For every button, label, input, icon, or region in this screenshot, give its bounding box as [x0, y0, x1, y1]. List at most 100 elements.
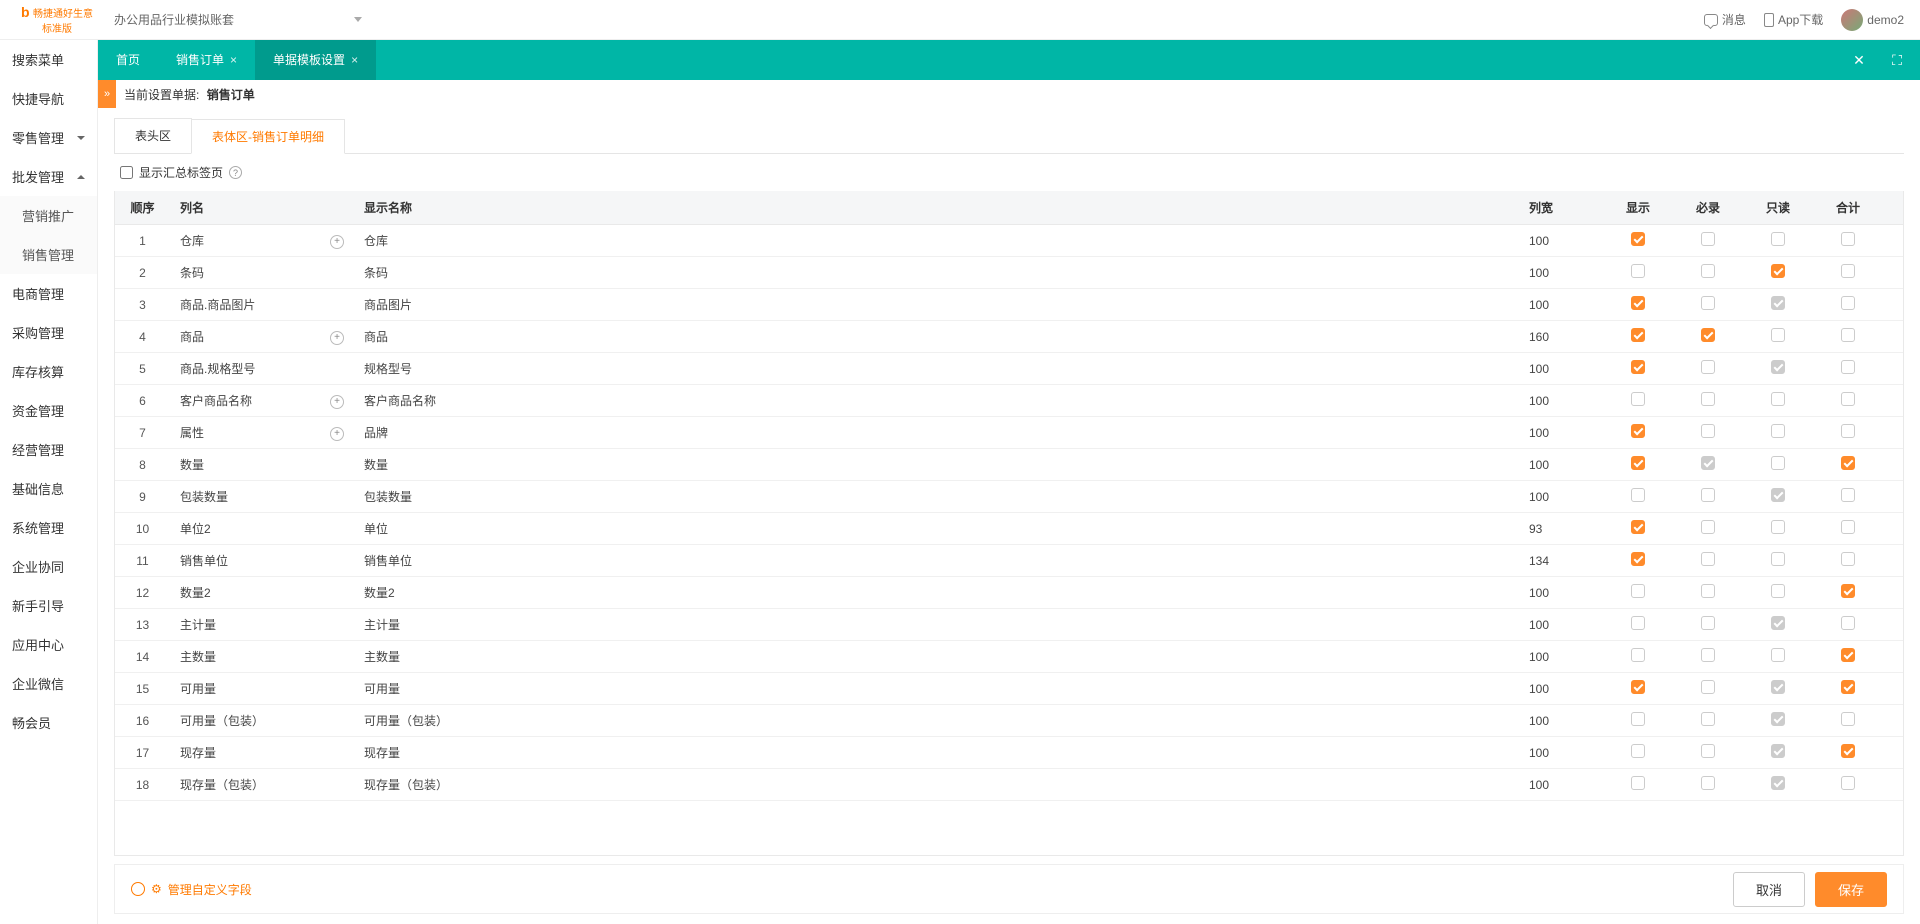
sidebar-item[interactable]: 经营管理 — [0, 430, 97, 469]
checkbox[interactable] — [1631, 328, 1645, 342]
checkbox[interactable] — [1701, 520, 1715, 534]
summary-checkbox[interactable] — [120, 166, 133, 179]
expand-icon[interactable]: + — [330, 395, 344, 409]
checkbox[interactable] — [1771, 520, 1785, 534]
checkbox[interactable] — [1841, 456, 1855, 470]
checkbox[interactable] — [1631, 712, 1645, 726]
checkbox[interactable] — [1771, 680, 1785, 694]
checkbox[interactable] — [1701, 264, 1715, 278]
sidebar-item[interactable]: 系统管理 — [0, 508, 97, 547]
inner-tab[interactable]: 表头区 — [114, 118, 192, 153]
checkbox[interactable] — [1631, 392, 1645, 406]
cell-dispname[interactable]: 数量2 — [354, 577, 1519, 609]
checkbox[interactable] — [1771, 712, 1785, 726]
checkbox[interactable] — [1701, 648, 1715, 662]
save-button[interactable]: 保存 — [1815, 872, 1887, 907]
collapse-toggle[interactable]: » — [98, 80, 116, 108]
cell-dispname[interactable]: 客户商品名称 — [354, 385, 1519, 417]
checkbox[interactable] — [1631, 552, 1645, 566]
cell-width[interactable]: 100 — [1519, 385, 1603, 417]
checkbox[interactable] — [1631, 456, 1645, 470]
checkbox[interactable] — [1771, 776, 1785, 790]
checkbox[interactable] — [1701, 680, 1715, 694]
checkbox[interactable] — [1631, 264, 1645, 278]
close-all-button[interactable]: ✕ — [1844, 45, 1874, 75]
cell-dispname[interactable]: 单位 — [354, 513, 1519, 545]
cell-dispname[interactable]: 现存量（包装） — [354, 769, 1519, 801]
checkbox[interactable] — [1841, 392, 1855, 406]
checkbox[interactable] — [1701, 776, 1715, 790]
checkbox[interactable] — [1771, 584, 1785, 598]
manage-custom-fields-link[interactable]: ⚙ 管理自定义字段 — [131, 881, 252, 898]
checkbox[interactable] — [1701, 488, 1715, 502]
checkbox[interactable] — [1631, 744, 1645, 758]
checkbox[interactable] — [1631, 360, 1645, 374]
cell-width[interactable]: 100 — [1519, 737, 1603, 769]
checkbox[interactable] — [1771, 488, 1785, 502]
checkbox[interactable] — [1701, 424, 1715, 438]
cell-width[interactable]: 100 — [1519, 225, 1603, 257]
cell-dispname[interactable]: 商品图片 — [354, 289, 1519, 321]
cell-dispname[interactable]: 包装数量 — [354, 481, 1519, 513]
cell-dispname[interactable]: 仓库 — [354, 225, 1519, 257]
checkbox[interactable] — [1841, 520, 1855, 534]
cell-dispname[interactable]: 条码 — [354, 257, 1519, 289]
sidebar-item[interactable]: 零售管理 — [0, 118, 97, 157]
checkbox[interactable] — [1841, 296, 1855, 310]
cell-width[interactable]: 100 — [1519, 673, 1603, 705]
checkbox[interactable] — [1631, 296, 1645, 310]
checkbox[interactable] — [1771, 360, 1785, 374]
checkbox[interactable] — [1841, 680, 1855, 694]
checkbox[interactable] — [1701, 456, 1715, 470]
app-download-link[interactable]: App下载 — [1764, 11, 1823, 28]
expand-icon[interactable]: + — [330, 331, 344, 345]
fullscreen-button[interactable]: ⛶ — [1882, 45, 1912, 75]
user-menu[interactable]: demo2 — [1841, 9, 1904, 31]
tab[interactable]: 单据模板设置× — [255, 40, 376, 80]
checkbox[interactable] — [1631, 488, 1645, 502]
cell-dispname[interactable]: 可用量（包装） — [354, 705, 1519, 737]
sidebar-item[interactable]: 企业微信 — [0, 664, 97, 703]
checkbox[interactable] — [1701, 616, 1715, 630]
checkbox[interactable] — [1771, 424, 1785, 438]
checkbox[interactable] — [1701, 584, 1715, 598]
account-selector[interactable]: 办公用品行业模拟账套 — [114, 11, 362, 28]
checkbox[interactable] — [1631, 648, 1645, 662]
checkbox[interactable] — [1841, 584, 1855, 598]
checkbox[interactable] — [1841, 328, 1855, 342]
cell-dispname[interactable]: 规格型号 — [354, 353, 1519, 385]
cell-dispname[interactable]: 销售单位 — [354, 545, 1519, 577]
sidebar-item[interactable]: 库存核算 — [0, 352, 97, 391]
inner-tab[interactable]: 表体区-销售订单明细 — [191, 119, 345, 154]
cell-dispname[interactable]: 商品 — [354, 321, 1519, 353]
checkbox[interactable] — [1771, 552, 1785, 566]
checkbox[interactable] — [1771, 744, 1785, 758]
tab-close-icon[interactable]: × — [351, 40, 358, 80]
expand-icon[interactable]: + — [330, 427, 344, 441]
cell-width[interactable]: 100 — [1519, 609, 1603, 641]
checkbox[interactable] — [1631, 584, 1645, 598]
tab-close-icon[interactable]: × — [230, 40, 237, 80]
checkbox[interactable] — [1631, 232, 1645, 246]
checkbox[interactable] — [1841, 776, 1855, 790]
checkbox[interactable] — [1841, 232, 1855, 246]
sidebar-item[interactable]: 畅会员 — [0, 703, 97, 742]
checkbox[interactable] — [1701, 744, 1715, 758]
cell-dispname[interactable]: 主数量 — [354, 641, 1519, 673]
checkbox[interactable] — [1631, 680, 1645, 694]
expand-icon[interactable]: + — [330, 235, 344, 249]
sidebar-item[interactable]: 电商管理 — [0, 274, 97, 313]
checkbox[interactable] — [1631, 424, 1645, 438]
tab[interactable]: 首页 — [98, 40, 158, 80]
sidebar-item[interactable]: 搜索菜单 — [0, 40, 97, 79]
checkbox[interactable] — [1701, 360, 1715, 374]
cell-width[interactable]: 100 — [1519, 577, 1603, 609]
checkbox[interactable] — [1631, 616, 1645, 630]
checkbox[interactable] — [1631, 776, 1645, 790]
cell-width[interactable]: 93 — [1519, 513, 1603, 545]
checkbox[interactable] — [1841, 744, 1855, 758]
checkbox[interactable] — [1841, 360, 1855, 374]
checkbox[interactable] — [1771, 296, 1785, 310]
sidebar-item[interactable]: 新手引导 — [0, 586, 97, 625]
cell-width[interactable]: 100 — [1519, 257, 1603, 289]
